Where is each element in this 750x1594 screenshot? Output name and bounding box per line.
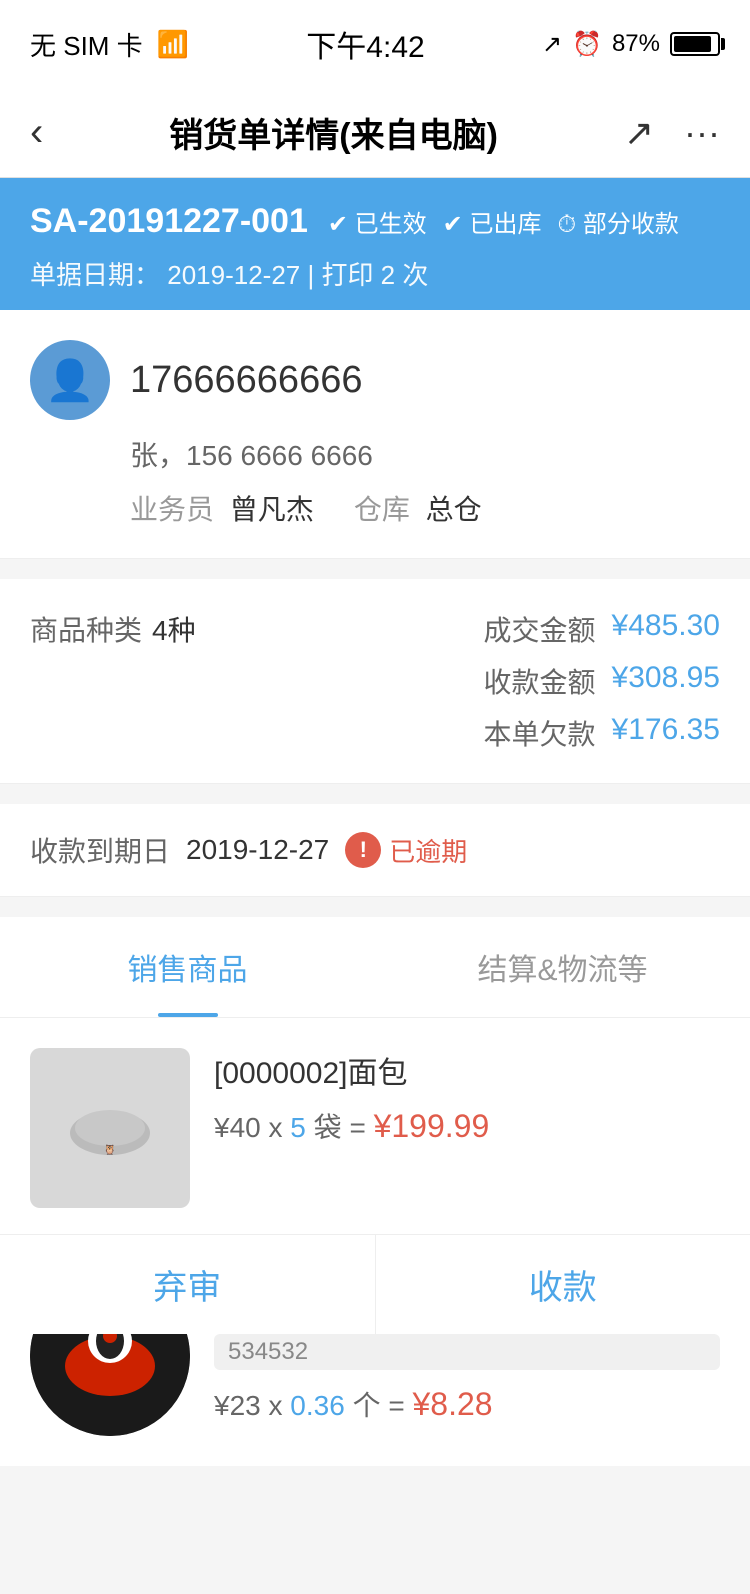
- nav-bar: ‹ 销货单详情(来自电脑) ↗ ···: [0, 88, 750, 178]
- status-time: 下午4:42: [306, 22, 424, 66]
- badge-shipped: ✔ 已出库: [443, 204, 542, 239]
- summary-row: 商品种类 4种 成交金额 ¥485.30 收款金额 ¥308.95 本单欠款 ¥…: [30, 609, 720, 753]
- product-tag-cookie: 534532: [214, 1334, 720, 1370]
- header-top: SA-20191227-001 ✔ 已生效 ✔ 已出库 ⏱ 部分收款: [30, 202, 720, 241]
- customer-top: 👤 17666666666: [30, 340, 720, 420]
- summary-debt: 本单欠款 ¥176.35: [484, 713, 720, 753]
- debt-value: ¥176.35: [612, 713, 720, 753]
- product-item-bread: 🦉 [0000002]面包 ¥40 x 5 袋 = ¥199.99: [0, 1018, 750, 1246]
- battery-bar: [670, 32, 720, 56]
- overdue-badge: ! 已逾期: [345, 832, 467, 869]
- product-price-cookie: ¥23 x 0.36 个 = ¥8.28: [214, 1384, 720, 1424]
- status-left: 无 SIM 卡 📶: [30, 26, 189, 63]
- order-id: SA-20191227-001: [30, 202, 308, 241]
- product-price-bread: ¥40 x 5 袋 = ¥199.99: [214, 1106, 720, 1146]
- due-date-label: 收款到期日: [30, 830, 170, 870]
- amount-value: ¥485.30: [612, 609, 720, 649]
- product-qty-cookie: 0.36: [290, 1390, 345, 1421]
- summary-section: 商品种类 4种 成交金额 ¥485.30 收款金额 ¥308.95 本单欠款 ¥…: [0, 579, 750, 784]
- customer-info: 张，156 6666 6666: [30, 434, 720, 474]
- sales-value: 曾凡杰: [230, 494, 314, 525]
- bread-placeholder-icon: 🦉: [60, 1088, 160, 1168]
- date-label: 单据日期：: [30, 260, 160, 290]
- badges: ✔ 已生效 ✔ 已出库 ⏱ 部分收款: [328, 204, 679, 239]
- location-icon: ↗: [542, 30, 562, 59]
- avatar: 👤: [30, 340, 110, 420]
- type-label: 商品种类: [30, 609, 142, 649]
- date-value: 2019-12-27: [167, 260, 300, 290]
- header-banner: SA-20191227-001 ✔ 已生效 ✔ 已出库 ⏱ 部分收款 单据日期：…: [0, 178, 750, 310]
- summary-amount: 成交金额 ¥485.30: [484, 609, 720, 649]
- battery-fill: [674, 36, 711, 52]
- amount-label: 成交金额: [484, 609, 596, 649]
- received-label: 收款金额: [484, 661, 596, 701]
- received-value: ¥308.95: [612, 661, 720, 701]
- product-thumbnail-bread: 🦉: [30, 1048, 190, 1208]
- product-total-bread: ¥199.99: [374, 1108, 490, 1144]
- overdue-icon: !: [345, 832, 381, 868]
- wifi-icon: 📶: [157, 29, 189, 60]
- share-icon[interactable]: ↗: [624, 112, 654, 154]
- overdue-text: 已逾期: [389, 832, 467, 869]
- product-details-bread: [0000002]面包 ¥40 x 5 袋 = ¥199.99: [214, 1048, 720, 1208]
- header-date: 单据日期： 2019-12-27 | 打印 2 次: [30, 255, 720, 292]
- debt-label: 本单欠款: [484, 713, 596, 753]
- badge-partial: ⏱ 部分收款: [557, 204, 678, 239]
- warehouse-label: 仓库 总仓: [354, 488, 482, 528]
- battery-text: 87%: [612, 30, 660, 58]
- svg-text:🦉: 🦉: [104, 1144, 116, 1156]
- carrier-text: 无 SIM 卡: [30, 26, 143, 63]
- nav-actions: ↗ ···: [624, 112, 720, 154]
- due-date-section: 收款到期日 2019-12-27 ! 已逾期: [0, 804, 750, 897]
- status-right: ↗ ⏰ 87%: [542, 30, 720, 59]
- customer-name: 17666666666: [130, 359, 362, 402]
- type-value: 4种: [152, 609, 196, 649]
- tab-settlement[interactable]: 结算&物流等: [375, 917, 750, 1017]
- customer-section: 👤 17666666666 张，156 6666 6666 业务员 曾凡杰 仓库…: [0, 310, 750, 559]
- tab-products[interactable]: 销售商品: [0, 917, 375, 1017]
- back-button[interactable]: ‹: [30, 110, 43, 155]
- summary-right: 成交金额 ¥485.30 收款金额 ¥308.95 本单欠款 ¥176.35: [484, 609, 720, 753]
- cancel-button[interactable]: 弃审: [0, 1235, 376, 1334]
- summary-left: 商品种类 4种: [30, 609, 196, 649]
- page-title: 销货单详情(来自电脑): [169, 108, 498, 157]
- alarm-icon: ⏰: [572, 30, 602, 59]
- sales-label: 业务员 曾凡杰: [130, 488, 314, 528]
- product-name-bread: [0000002]面包: [214, 1048, 720, 1092]
- warehouse-value: 总仓: [426, 494, 482, 525]
- customer-meta: 业务员 曾凡杰 仓库 总仓: [30, 488, 720, 528]
- confirm-button[interactable]: 收款: [376, 1235, 750, 1334]
- print-info: | 打印 2 次: [307, 260, 428, 290]
- bottom-bar: 弃审 收款: [0, 1234, 750, 1334]
- due-date-value: 2019-12-27: [186, 834, 329, 866]
- avatar-icon: 👤: [45, 357, 95, 404]
- tabs: 销售商品 结算&物流等: [0, 917, 750, 1018]
- summary-received: 收款金额 ¥308.95: [484, 661, 720, 701]
- product-total-cookie: ¥8.28: [413, 1386, 493, 1422]
- status-bar: 无 SIM 卡 📶 下午4:42 ↗ ⏰ 87%: [0, 0, 750, 88]
- product-qty-bread: 5: [290, 1112, 306, 1143]
- more-icon[interactable]: ···: [684, 112, 720, 154]
- badge-effective: ✔ 已生效: [328, 204, 427, 239]
